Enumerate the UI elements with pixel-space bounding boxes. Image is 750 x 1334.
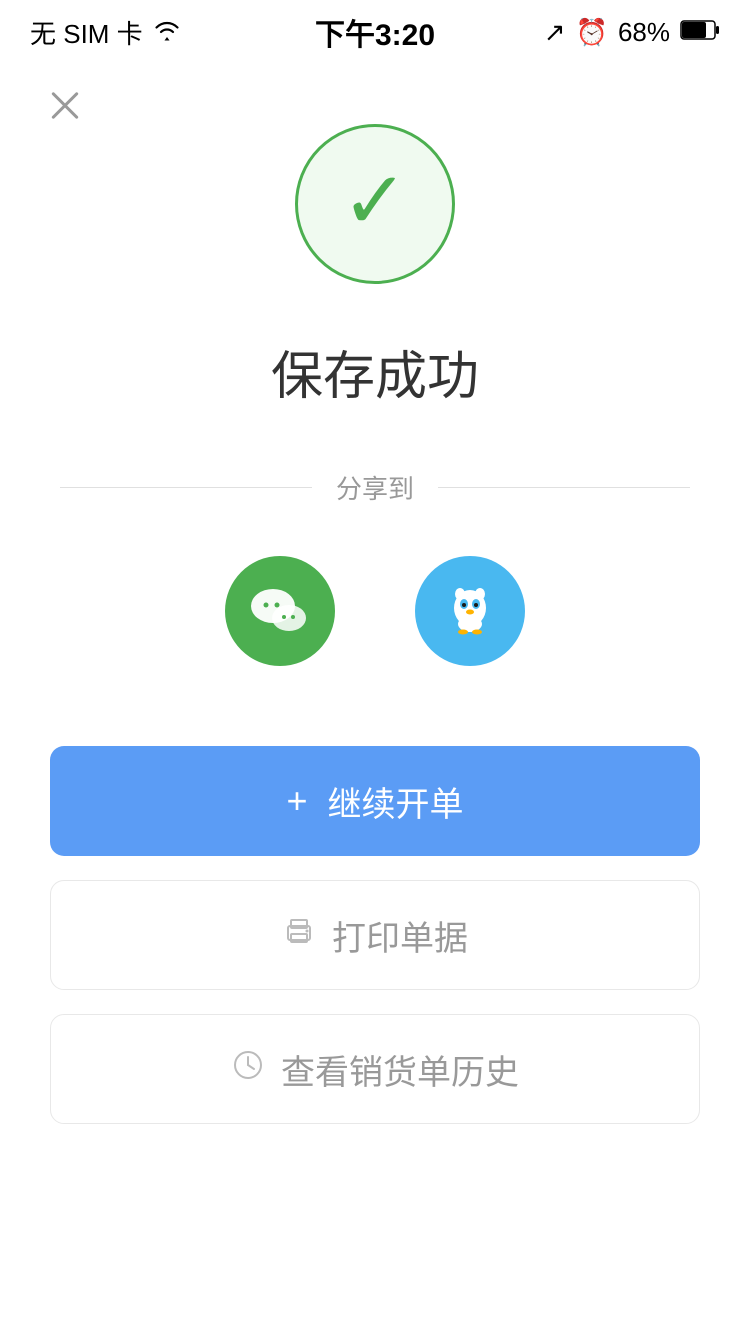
print-icon (282, 914, 316, 956)
print-button[interactable]: 打印单据 (50, 880, 700, 990)
status-bar: 无 SIM 卡 下午3:20 ↗ ⏰ 68% (0, 0, 750, 64)
history-label: 查看销货单历史 (281, 1045, 519, 1094)
main-content: ✓ 保存成功 分享到 (0, 64, 750, 1124)
divider-line-left (60, 487, 312, 488)
continue-icon: + (286, 780, 307, 822)
wechat-icon (245, 576, 315, 646)
history-icon (231, 1048, 265, 1091)
success-circle: ✓ (295, 124, 455, 284)
sim-status: 无 SIM 卡 (30, 14, 143, 51)
share-divider: 分享到 (0, 469, 750, 506)
wifi-icon (153, 17, 181, 48)
battery-icon (680, 17, 720, 48)
qq-share-button[interactable] (415, 556, 525, 666)
location-icon: ↗ (544, 17, 566, 48)
history-button[interactable]: 查看销货单历史 (50, 1014, 700, 1124)
alarm-icon: ⏰ (576, 17, 608, 48)
qq-icon (439, 580, 501, 642)
share-icons (225, 556, 525, 666)
success-title: 保存成功 (271, 334, 479, 409)
share-divider-text: 分享到 (312, 469, 438, 506)
continue-label: 继续开单 (328, 777, 464, 826)
wechat-share-button[interactable] (225, 556, 335, 666)
divider-line-right (438, 487, 690, 488)
battery-percentage: 68% (618, 17, 670, 48)
close-button[interactable] (40, 80, 90, 130)
status-right: ↗ ⏰ 68% (544, 17, 720, 48)
status-left: 无 SIM 卡 (30, 14, 181, 51)
print-label: 打印单据 (332, 911, 468, 960)
action-buttons: + 继续开单 打印单据 (0, 746, 750, 1124)
status-time: 下午3:20 (315, 10, 435, 54)
continue-order-button[interactable]: + 继续开单 (50, 746, 700, 856)
checkmark-icon: ✓ (341, 161, 408, 241)
